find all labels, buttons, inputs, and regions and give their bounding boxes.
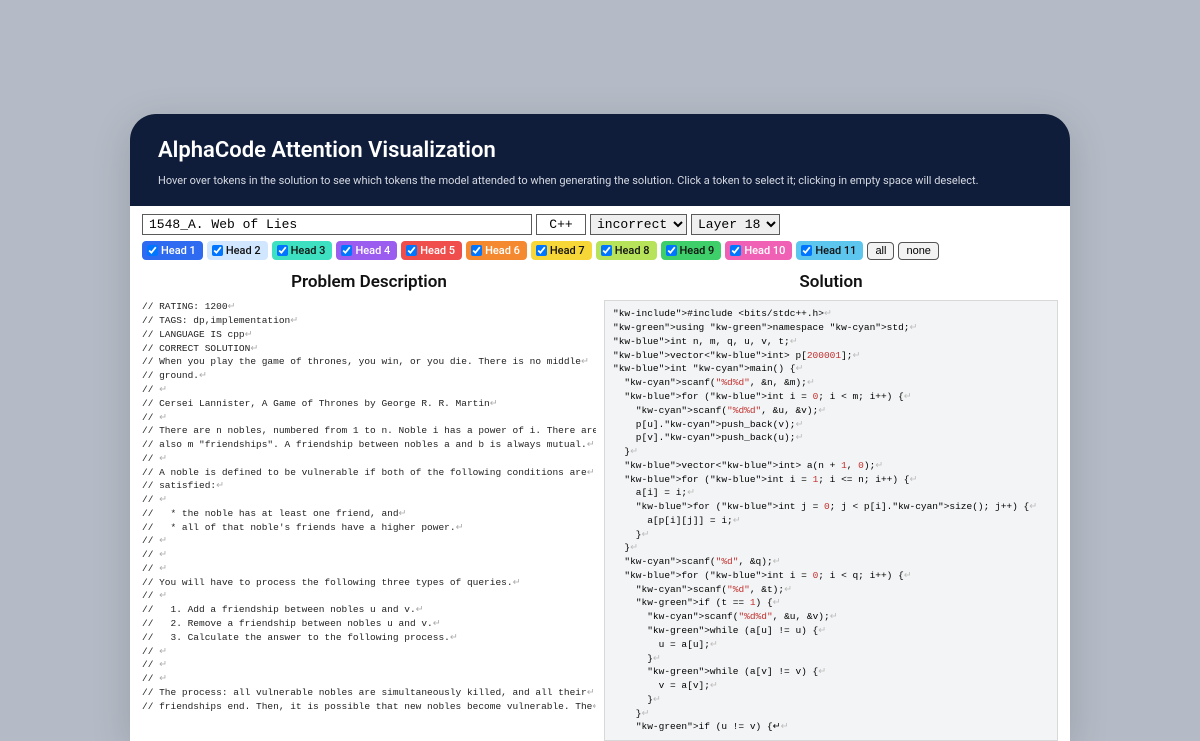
all-button[interactable]: all (867, 242, 894, 260)
head-checkbox-7[interactable] (536, 245, 547, 256)
head-toggle-6[interactable]: Head 6 (466, 241, 527, 260)
head-checkbox-9[interactable] (666, 245, 677, 256)
head-toggle-1[interactable]: Head 1 (142, 241, 203, 260)
problem-column: Problem Description // RATING: 1200↵ // … (142, 272, 596, 741)
head-checkbox-8[interactable] (601, 245, 612, 256)
problem-column-title: Problem Description (142, 272, 596, 292)
head-checkbox-5[interactable] (406, 245, 417, 256)
problem-description-text[interactable]: // RATING: 1200↵ // TAGS: dp,implementat… (142, 300, 596, 713)
head-label: Head 6 (485, 244, 520, 257)
verdict-select[interactable]: incorrect (590, 214, 687, 235)
head-label: Head 7 (550, 244, 585, 257)
head-label: Head 3 (291, 244, 326, 257)
head-toggle-5[interactable]: Head 5 (401, 241, 462, 260)
head-toggle-3[interactable]: Head 3 (272, 241, 333, 260)
solution-code-text[interactable]: "kw-include">#include <bits/stdc++.h>↵ "… (604, 300, 1058, 741)
problem-name-field[interactable]: 1548_A. Web of Lies (142, 214, 532, 235)
page-subtitle: Hover over tokens in the solution to see… (158, 173, 1042, 188)
controls-bar: 1548_A. Web of Lies C++ incorrect Layer … (130, 206, 1070, 262)
head-checkbox-10[interactable] (730, 245, 741, 256)
main-columns: Problem Description // RATING: 1200↵ // … (130, 262, 1070, 741)
head-checkbox-6[interactable] (471, 245, 482, 256)
solution-column: Solution "kw-include">#include <bits/std… (604, 272, 1058, 741)
head-label: Head 5 (420, 244, 455, 257)
head-toggle-9[interactable]: Head 9 (661, 241, 722, 260)
head-checkbox-3[interactable] (277, 245, 288, 256)
head-label: Head 9 (680, 244, 715, 257)
heads-row: Head 1 Head 2 Head 3 Head 4 Head 5 Head 6 Head… (142, 241, 1058, 260)
page-title: AlphaCode Attention Visualization (158, 138, 1042, 163)
head-label: Head 8 (615, 244, 650, 257)
head-label: Head 11 (815, 244, 856, 257)
head-label: Head 1 (161, 244, 196, 257)
head-toggle-7[interactable]: Head 7 (531, 241, 592, 260)
head-toggle-10[interactable]: Head 10 (725, 241, 792, 260)
head-toggle-2[interactable]: Head 2 (207, 241, 268, 260)
none-button[interactable]: none (898, 242, 938, 260)
head-toggle-11[interactable]: Head 11 (796, 241, 863, 260)
head-checkbox-11[interactable] (801, 245, 812, 256)
layer-select[interactable]: Layer 18 (691, 214, 780, 235)
head-checkbox-1[interactable] (147, 245, 158, 256)
solution-column-title: Solution (604, 272, 1058, 292)
app-header: AlphaCode Attention Visualization Hover … (130, 114, 1070, 206)
head-checkbox-4[interactable] (341, 245, 352, 256)
head-toggle-8[interactable]: Head 8 (596, 241, 657, 260)
language-field: C++ (536, 214, 586, 235)
head-label: Head 2 (226, 244, 261, 257)
head-label: Head 4 (355, 244, 390, 257)
app-window: AlphaCode Attention Visualization Hover … (130, 114, 1070, 741)
controls-row-1: 1548_A. Web of Lies C++ incorrect Layer … (142, 214, 1058, 235)
head-checkbox-2[interactable] (212, 245, 223, 256)
head-toggle-4[interactable]: Head 4 (336, 241, 397, 260)
head-label: Head 10 (744, 244, 785, 257)
